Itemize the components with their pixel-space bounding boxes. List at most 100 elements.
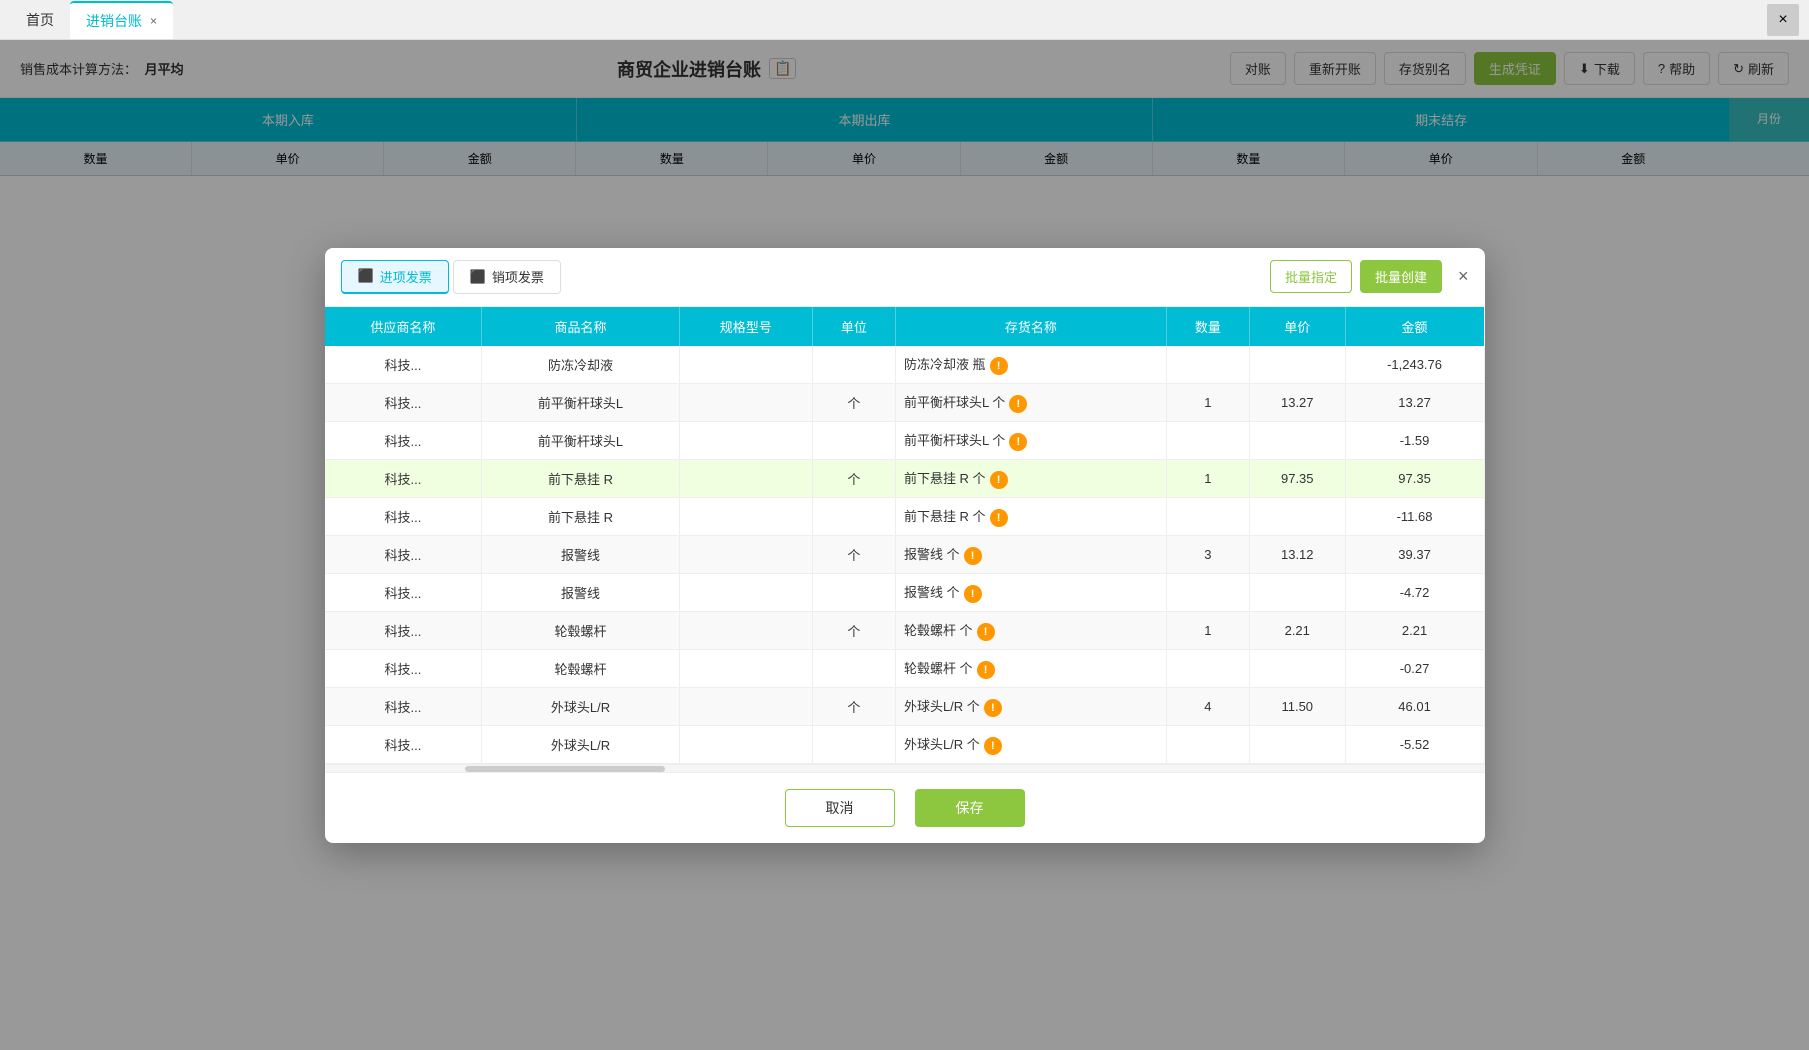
cell-amount: -4.72 xyxy=(1345,573,1484,611)
col-inventory-name: 存货名称 xyxy=(895,307,1166,346)
cell-inventory-name: 报警线 个! xyxy=(895,573,1166,611)
table-row: 科技...前下悬挂 R前下悬挂 R 个!-11.68 xyxy=(325,497,1485,535)
cell-unit-price xyxy=(1249,346,1345,384)
cell-amount: 46.01 xyxy=(1345,687,1484,725)
col-spec: 规格型号 xyxy=(679,307,812,346)
cell-unit-price: 11.50 xyxy=(1249,687,1345,725)
cell-amount: 39.37 xyxy=(1345,535,1484,573)
table-row: 科技...报警线 报警线 个! -4.72 xyxy=(325,573,1485,611)
cell-product-name: 前下悬挂 R xyxy=(482,459,679,497)
table-row: 科技...前下悬挂 R个前下悬挂 R 个!197.3597.35 xyxy=(325,459,1485,497)
outgoing-invoice-icon: ⬛ xyxy=(470,269,486,285)
cell-unit: 个 xyxy=(812,687,895,725)
cell-inventory-name: 外球头L/R 个! xyxy=(895,725,1166,763)
cell-product-name: 报警线 xyxy=(482,535,679,573)
batch-create-button[interactable]: 批量创建 xyxy=(1360,260,1442,293)
warning-icon: ! xyxy=(984,699,1002,717)
cell-qty xyxy=(1166,649,1249,687)
cell-amount: 13.27 xyxy=(1345,383,1484,421)
cell-unit: 个 xyxy=(812,459,895,497)
cell-supplier: 科技... xyxy=(325,573,482,611)
col-supplier: 供应商名称 xyxy=(325,307,482,346)
cell-unit xyxy=(812,725,895,763)
cell-spec xyxy=(679,611,812,649)
col-unit-price: 单价 xyxy=(1249,307,1345,346)
table-row: 科技...防冻冷却液防冻冷却液 瓶!-1,243.76 xyxy=(325,346,1485,384)
cell-unit: 个 xyxy=(812,611,895,649)
cell-amount: -0.27 xyxy=(1345,649,1484,687)
warning-icon: ! xyxy=(990,509,1008,527)
cell-unit-price xyxy=(1249,573,1345,611)
cell-amount: -1,243.76 xyxy=(1345,346,1484,384)
window-close-button[interactable]: × xyxy=(1767,4,1799,36)
cell-product-name: 防冻冷却液 xyxy=(482,346,679,384)
save-button[interactable]: 保存 xyxy=(915,789,1025,827)
cell-qty: 1 xyxy=(1166,611,1249,649)
horizontal-scrollbar[interactable] xyxy=(325,764,1485,772)
tab-close-icon[interactable]: × xyxy=(150,14,157,28)
table-row: 科技...轮毂螺杆个轮毂螺杆 个!12.212.21 xyxy=(325,611,1485,649)
modal-overlay: ⬛ 进项发票 ⬛ 销项发票 批量指定 批量创建 × xyxy=(0,40,1809,1050)
tab-outgoing-invoice[interactable]: ⬛ 销项发票 xyxy=(453,260,561,294)
cell-qty xyxy=(1166,725,1249,763)
cell-product-name: 前平衡杆球头L xyxy=(482,383,679,421)
cell-product-name: 轮毂螺杆 xyxy=(482,649,679,687)
warning-icon: ! xyxy=(990,357,1008,375)
modal-header-actions: 批量指定 批量创建 xyxy=(1270,260,1442,293)
cell-supplier: 科技... xyxy=(325,459,482,497)
batch-assign-button[interactable]: 批量指定 xyxy=(1270,260,1352,293)
cell-spec xyxy=(679,535,812,573)
cell-qty xyxy=(1166,573,1249,611)
cell-spec xyxy=(679,459,812,497)
cell-product-name: 报警线 xyxy=(482,573,679,611)
modal-dialog: ⬛ 进项发票 ⬛ 销项发票 批量指定 批量创建 × xyxy=(325,248,1485,843)
incoming-invoice-icon: ⬛ xyxy=(358,268,374,284)
cell-supplier: 科技... xyxy=(325,725,482,763)
cell-inventory-name: 前平衡杆球头L 个! xyxy=(895,383,1166,421)
cell-spec xyxy=(679,649,812,687)
cell-inventory-name: 报警线 个! xyxy=(895,535,1166,573)
cell-inventory-name: 外球头L/R 个! xyxy=(895,687,1166,725)
cell-unit-price xyxy=(1249,497,1345,535)
cell-unit-price xyxy=(1249,725,1345,763)
cell-unit xyxy=(812,573,895,611)
table-row: 科技...前平衡杆球头L个前平衡杆球头L 个!113.2713.27 xyxy=(325,383,1485,421)
cell-unit-price xyxy=(1249,421,1345,459)
cell-product-name: 外球头L/R xyxy=(482,725,679,763)
tab-ledger[interactable]: 进销台账 × xyxy=(70,1,173,39)
cell-spec xyxy=(679,346,812,384)
cell-qty xyxy=(1166,421,1249,459)
cell-inventory-name: 前平衡杆球头L 个! xyxy=(895,421,1166,459)
cell-unit xyxy=(812,649,895,687)
cell-amount: 97.35 xyxy=(1345,459,1484,497)
cell-unit-price: 2.21 xyxy=(1249,611,1345,649)
cell-product-name: 轮毂螺杆 xyxy=(482,611,679,649)
tab-incoming-invoice[interactable]: ⬛ 进项发票 xyxy=(341,260,449,294)
cell-unit xyxy=(812,497,895,535)
cell-supplier: 科技... xyxy=(325,497,482,535)
cell-supplier: 科技... xyxy=(325,346,482,384)
col-amount: 金额 xyxy=(1345,307,1484,346)
modal-close-button[interactable]: × xyxy=(1458,266,1469,287)
cell-spec xyxy=(679,725,812,763)
cell-spec xyxy=(679,421,812,459)
cell-unit xyxy=(812,421,895,459)
table-header-row: 供应商名称 商品名称 规格型号 单位 存货名称 数量 单价 金额 xyxy=(325,307,1485,346)
table-row: 科技...外球头L/R个外球头L/R 个!411.5046.01 xyxy=(325,687,1485,725)
modal-table-wrapper[interactable]: 供应商名称 商品名称 规格型号 单位 存货名称 数量 单价 金额 科技...防冻… xyxy=(325,307,1485,764)
cell-unit-price: 13.27 xyxy=(1249,383,1345,421)
modal-tabs: ⬛ 进项发票 ⬛ 销项发票 xyxy=(341,260,561,294)
warning-icon: ! xyxy=(964,585,982,603)
col-unit: 单位 xyxy=(812,307,895,346)
tab-home[interactable]: 首页 xyxy=(10,2,70,38)
table-row: 科技...前平衡杆球头L前平衡杆球头L 个!-1.59 xyxy=(325,421,1485,459)
cell-qty xyxy=(1166,497,1249,535)
cell-inventory-name: 轮毂螺杆 个! xyxy=(895,649,1166,687)
cancel-button[interactable]: 取消 xyxy=(785,789,895,827)
cell-product-name: 外球头L/R xyxy=(482,687,679,725)
cell-qty: 1 xyxy=(1166,459,1249,497)
cell-amount: -1.59 xyxy=(1345,421,1484,459)
cell-supplier: 科技... xyxy=(325,383,482,421)
warning-icon: ! xyxy=(964,547,982,565)
col-qty: 数量 xyxy=(1166,307,1249,346)
